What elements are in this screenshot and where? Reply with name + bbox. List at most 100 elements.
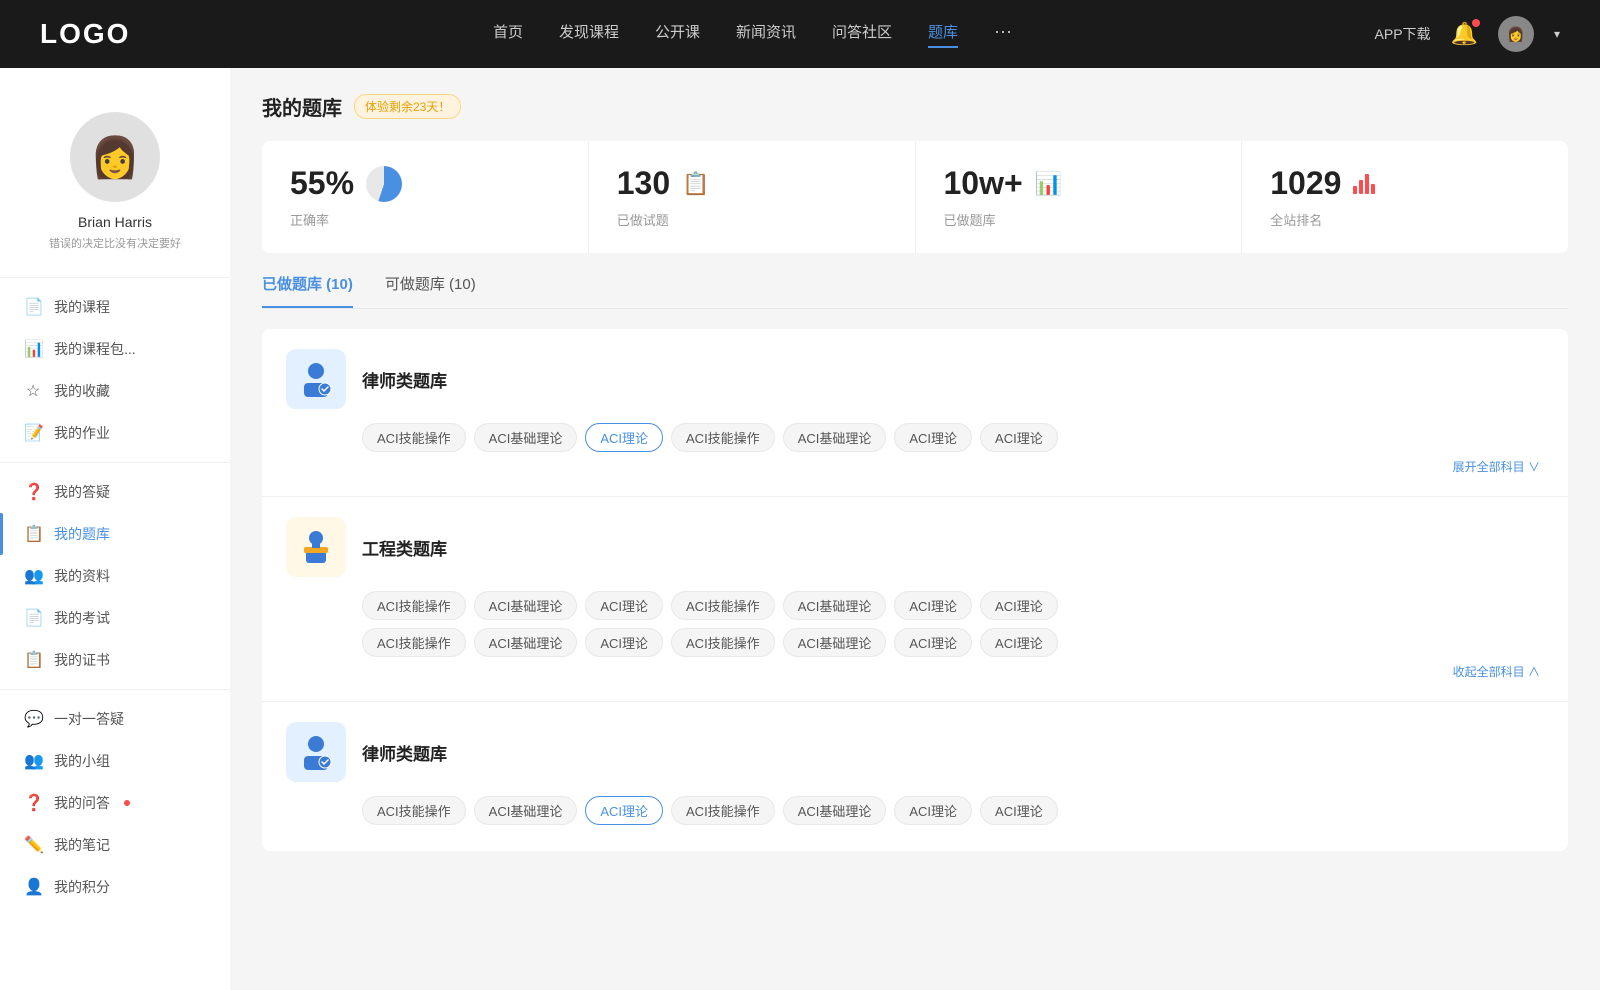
sidebar-label: 我的课程包...: [54, 339, 136, 359]
tab-done[interactable]: 已做题库 (10): [262, 273, 353, 308]
sidebar-item-courses[interactable]: 📄 我的课程: [0, 286, 230, 328]
sidebar-label: 我的证书: [54, 650, 110, 670]
sidebar-item-certificates[interactable]: 📋 我的证书: [0, 639, 230, 681]
app-download[interactable]: APP下载: [1375, 24, 1431, 44]
tag-active[interactable]: ACI理论: [585, 423, 663, 452]
avatar: 👩: [70, 112, 160, 202]
tag[interactable]: ACI理论: [894, 628, 972, 657]
sidebar-item-my-qa[interactable]: ❓ 我的问答: [0, 782, 230, 824]
banks-done-label: 已做题库: [944, 210, 1214, 229]
tag[interactable]: ACI基础理论: [474, 628, 578, 657]
nav-open-course[interactable]: 公开课: [655, 21, 700, 48]
divider: [0, 277, 230, 278]
tag[interactable]: ACI技能操作: [671, 796, 775, 825]
sidebar-label: 我的考试: [54, 608, 110, 628]
tag[interactable]: ACI基础理论: [474, 591, 578, 620]
tag[interactable]: ACI理论: [894, 423, 972, 452]
tag[interactable]: ACI基础理论: [474, 423, 578, 452]
collapse-link[interactable]: 收起全部科目 ∧: [1453, 665, 1540, 679]
tag[interactable]: ACI理论: [894, 796, 972, 825]
sidebar-item-notes[interactable]: ✏️ 我的笔记: [0, 824, 230, 866]
profile-name: Brian Harris: [20, 214, 210, 230]
tag[interactable]: ACI理论: [980, 796, 1058, 825]
main-content: 我的题库 体验剩余23天！ 55% 正确率 130 📋 已做试题: [230, 68, 1600, 990]
pie-chart-icon: [366, 166, 402, 202]
bank-tags: ACI技能操作 ACI基础理论 ACI理论 ACI技能操作 ACI基础理论 AC…: [286, 423, 1544, 452]
notes-icon: ✏️: [24, 835, 42, 855]
divider: [0, 462, 230, 463]
tag[interactable]: ACI技能操作: [362, 591, 466, 620]
bank-tags: ACI技能操作 ACI基础理论 ACI理论 ACI技能操作 ACI基础理论 AC…: [286, 591, 1544, 620]
sidebar-label: 一对一答疑: [54, 709, 124, 729]
bank-avatar: [286, 722, 346, 782]
sidebar-item-course-packages[interactable]: 📊 我的课程包...: [0, 328, 230, 370]
exams-icon: 📄: [24, 608, 42, 628]
sidebar-item-materials[interactable]: 👥 我的资料: [0, 555, 230, 597]
user-avatar[interactable]: 👩: [1498, 16, 1534, 52]
page-layout: 👩 Brian Harris 错误的决定比没有决定要好 📄 我的课程 📊 我的课…: [0, 68, 1600, 990]
questions-done-label: 已做试题: [617, 210, 887, 229]
banks-done-value: 10w+: [944, 165, 1023, 202]
sidebar-label: 我的收藏: [54, 381, 110, 401]
nav-news[interactable]: 新闻资讯: [736, 21, 796, 48]
nav-question-bank[interactable]: 题库: [928, 21, 958, 48]
certificate-icon: 📋: [24, 650, 42, 670]
bank-item-lawyer: 律师类题库 ACI技能操作 ACI基础理论 ACI理论 ACI技能操作 ACI基…: [262, 329, 1568, 497]
sidebar-item-favorites[interactable]: ☆ 我的收藏: [0, 370, 230, 412]
nav-qa[interactable]: 问答社区: [832, 21, 892, 48]
sidebar-label: 我的作业: [54, 423, 110, 443]
tag[interactable]: ACI基础理论: [783, 796, 887, 825]
tag-active[interactable]: ACI理论: [585, 796, 663, 825]
groups-icon: 👥: [24, 751, 42, 771]
tag[interactable]: ACI理论: [585, 591, 663, 620]
divider: [0, 689, 230, 690]
tag[interactable]: ACI理论: [980, 423, 1058, 452]
sidebar-label: 我的笔记: [54, 835, 110, 855]
tag[interactable]: ACI技能操作: [671, 591, 775, 620]
tag[interactable]: ACI基础理论: [783, 628, 887, 657]
sidebar-label: 我的积分: [54, 877, 110, 897]
stat-questions-done: 130 📋 已做试题: [589, 141, 916, 253]
tag[interactable]: ACI理论: [585, 628, 663, 657]
sidebar-item-groups[interactable]: 👥 我的小组: [0, 740, 230, 782]
logo: LOGO: [40, 18, 130, 50]
page-title: 我的题库: [262, 92, 342, 121]
packages-icon: 📊: [24, 339, 42, 359]
nav-links: 首页 发现课程 公开课 新闻资讯 问答社区 题库 ···: [493, 21, 1012, 48]
sidebar-item-exams[interactable]: 📄 我的考试: [0, 597, 230, 639]
tag[interactable]: ACI理论: [980, 591, 1058, 620]
accuracy-value: 55%: [290, 165, 354, 202]
tag[interactable]: ACI基础理论: [783, 591, 887, 620]
sidebar-item-homework[interactable]: 📝 我的作业: [0, 412, 230, 454]
tag[interactable]: ACI基础理论: [474, 796, 578, 825]
tab-available[interactable]: 可做题库 (10): [385, 273, 476, 308]
sidebar-label: 我的题库: [54, 524, 110, 544]
tag[interactable]: ACI理论: [980, 628, 1058, 657]
tag[interactable]: ACI技能操作: [362, 423, 466, 452]
tag[interactable]: ACI技能操作: [671, 423, 775, 452]
nav-right: APP下载 🔔 👩 ▾: [1375, 16, 1560, 52]
sidebar-item-qa[interactable]: ❓ 我的答疑: [0, 471, 230, 513]
questions-done-value: 130: [617, 165, 670, 202]
bank-avatar: [286, 349, 346, 409]
sidebar-item-points[interactable]: 👤 我的积分: [0, 866, 230, 908]
expand-link[interactable]: 展开全部科目 ∨: [1453, 460, 1540, 474]
sidebar-item-tutoring[interactable]: 💬 一对一答疑: [0, 698, 230, 740]
navigation: LOGO 首页 发现课程 公开课 新闻资讯 问答社区 题库 ··· APP下载 …: [0, 0, 1600, 68]
chevron-down-icon[interactable]: ▾: [1554, 27, 1560, 41]
sidebar-item-question-bank[interactable]: 📋 我的题库: [0, 513, 230, 555]
tabs: 已做题库 (10) 可做题库 (10): [262, 273, 1568, 309]
tag[interactable]: ACI技能操作: [362, 796, 466, 825]
nav-home[interactable]: 首页: [493, 21, 523, 48]
profile-motto: 错误的决定比没有决定要好: [20, 236, 210, 253]
notification-bell[interactable]: 🔔: [1451, 21, 1478, 47]
tag[interactable]: ACI技能操作: [671, 628, 775, 657]
nav-more[interactable]: ···: [994, 21, 1012, 48]
stats-row: 55% 正确率 130 📋 已做试题 10w+ 📊 已做题库: [262, 141, 1568, 253]
tag[interactable]: ACI理论: [894, 591, 972, 620]
trial-badge: 体验剩余23天！: [354, 94, 461, 119]
bank-avatar: [286, 517, 346, 577]
nav-discover[interactable]: 发现课程: [559, 21, 619, 48]
tag[interactable]: ACI基础理论: [783, 423, 887, 452]
tag[interactable]: ACI技能操作: [362, 628, 466, 657]
